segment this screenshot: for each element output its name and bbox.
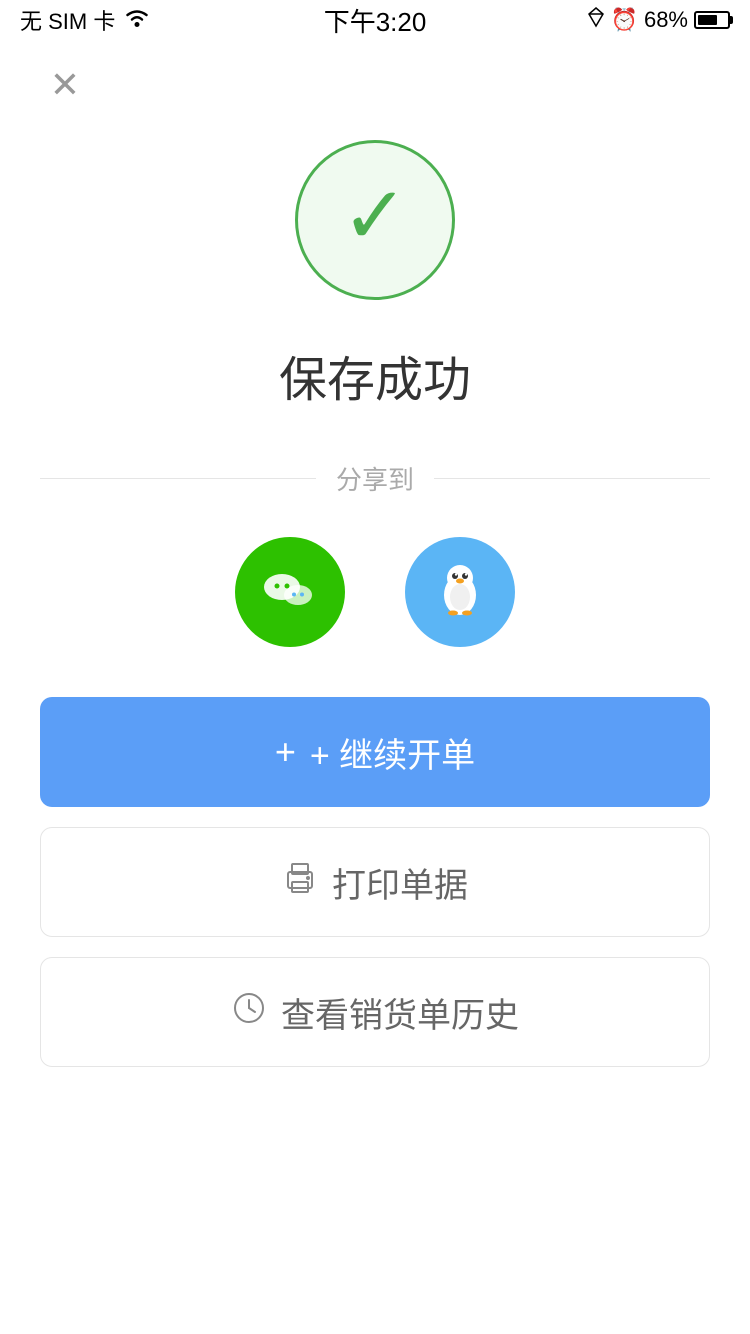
wechat-share-button[interactable] xyxy=(235,537,345,647)
qq-share-button[interactable] xyxy=(405,537,515,647)
action-buttons: + + 继续开单 打印单据 xyxy=(40,697,710,1067)
continue-label: + 继续开单 xyxy=(310,728,475,777)
plus-icon: + xyxy=(275,731,296,773)
checkmark-icon: ✓ xyxy=(341,176,408,256)
success-title: 保存成功 xyxy=(279,340,471,410)
print-label: 打印单据 xyxy=(332,858,468,907)
share-section: 分享到 xyxy=(40,460,710,647)
wechat-logo xyxy=(260,567,320,617)
continue-order-button[interactable]: + + 继续开单 xyxy=(40,697,710,807)
success-icon-circle: ✓ xyxy=(295,140,455,300)
wifi-icon xyxy=(123,6,151,34)
share-icons xyxy=(40,537,710,647)
share-divider: 分享到 xyxy=(40,460,710,497)
history-label: 查看销货单历史 xyxy=(281,988,519,1037)
main-content: ✕ ✓ 保存成功 分享到 xyxy=(0,40,750,1334)
history-button[interactable]: 查看销货单历史 xyxy=(40,957,710,1067)
battery-icon xyxy=(694,11,730,29)
close-icon: ✕ xyxy=(50,67,80,103)
close-button[interactable]: ✕ xyxy=(40,60,90,110)
printer-icon xyxy=(282,860,318,905)
no-sim-label: 无 SIM 卡 xyxy=(20,4,115,36)
status-time: 下午3:20 xyxy=(324,2,427,39)
qq-logo xyxy=(431,563,489,621)
location-icon xyxy=(587,6,605,34)
print-button[interactable]: 打印单据 xyxy=(40,827,710,937)
alarm-icon: ⏰ xyxy=(611,7,638,33)
status-bar: 无 SIM 卡 下午3:20 ⏰ 68% xyxy=(0,0,750,40)
status-right: ⏰ 68% xyxy=(587,6,730,34)
status-left: 无 SIM 卡 xyxy=(20,4,151,36)
share-label: 分享到 xyxy=(336,460,414,497)
battery-percent: 68% xyxy=(644,7,688,33)
clock-icon xyxy=(231,990,267,1035)
